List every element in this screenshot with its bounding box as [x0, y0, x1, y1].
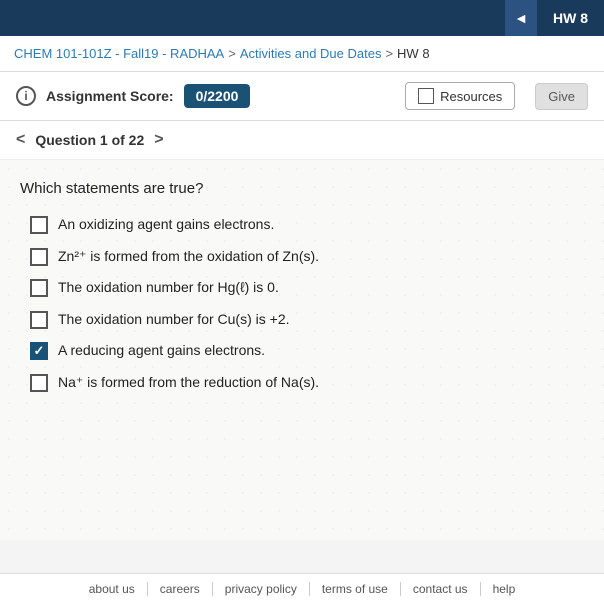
prev-question-button[interactable]: <	[16, 131, 25, 149]
question-counter: Question 1 of 22	[35, 132, 144, 148]
breadcrumb-sep2: >	[385, 46, 393, 61]
breadcrumb-course[interactable]: CHEM 101-101Z - Fall19 - RADHAA	[14, 46, 224, 61]
footer-link-contact-us[interactable]: contact us	[401, 582, 481, 596]
footer-link-help[interactable]: help	[481, 582, 528, 596]
option-item: A reducing agent gains electrons.	[30, 341, 584, 361]
resource-icon	[418, 88, 434, 104]
score-badge: 0/2200	[184, 84, 251, 108]
checkbox-2[interactable]	[30, 248, 48, 266]
option-item: Zn²⁺ is formed from the oxidation of Zn(…	[30, 247, 584, 267]
option-item: The oxidation number for Cu(s) is +2.	[30, 310, 584, 330]
checkbox-6[interactable]	[30, 374, 48, 392]
checkbox-3[interactable]	[30, 279, 48, 297]
checkbox-5[interactable]	[30, 342, 48, 360]
breadcrumb-section[interactable]: Activities and Due Dates	[240, 46, 382, 61]
next-question-button[interactable]: >	[154, 131, 163, 149]
option-text-6: Na⁺ is formed from the reduction of Na(s…	[58, 373, 319, 393]
footer: about uscareersprivacy policyterms of us…	[0, 573, 604, 604]
give-button[interactable]: Give	[535, 83, 588, 110]
score-bar: i Assignment Score: 0/2200 Resources Giv…	[0, 72, 604, 121]
option-text-1: An oxidizing agent gains electrons.	[58, 215, 274, 235]
question-text: Which statements are true?	[20, 180, 584, 197]
option-item: The oxidation number for Hg(ℓ) is 0.	[30, 278, 584, 298]
checkbox-4[interactable]	[30, 311, 48, 329]
question-nav: < Question 1 of 22 >	[0, 121, 604, 160]
options-list: An oxidizing agent gains electrons. Zn²⁺ …	[20, 215, 584, 393]
breadcrumb-sep1: >	[228, 46, 236, 61]
footer-link-privacy-policy[interactable]: privacy policy	[213, 582, 310, 596]
info-icon[interactable]: i	[16, 86, 36, 106]
top-bar: ◄ HW 8	[0, 0, 604, 36]
option-text-5: A reducing agent gains electrons.	[58, 341, 265, 361]
footer-link-about-us[interactable]: about us	[77, 582, 148, 596]
hw-label: HW 8	[537, 0, 604, 36]
back-arrow-icon[interactable]: ◄	[505, 0, 537, 36]
main-content: Which statements are true? An oxidizing …	[0, 160, 604, 540]
option-text-3: The oxidation number for Hg(ℓ) is 0.	[58, 278, 279, 298]
option-item: An oxidizing agent gains electrons.	[30, 215, 584, 235]
score-label: Assignment Score:	[46, 88, 174, 104]
resources-label: Resources	[440, 89, 502, 104]
option-item: Na⁺ is formed from the reduction of Na(s…	[30, 373, 584, 393]
option-text-4: The oxidation number for Cu(s) is +2.	[58, 310, 290, 330]
footer-link-terms-of-use[interactable]: terms of use	[310, 582, 401, 596]
checkbox-1[interactable]	[30, 216, 48, 234]
breadcrumb-current: HW 8	[397, 46, 430, 61]
footer-link-careers[interactable]: careers	[148, 582, 213, 596]
breadcrumb: CHEM 101-101Z - Fall19 - RADHAA > Activi…	[0, 36, 604, 72]
resources-button[interactable]: Resources	[405, 82, 515, 110]
option-text-2: Zn²⁺ is formed from the oxidation of Zn(…	[58, 247, 319, 267]
